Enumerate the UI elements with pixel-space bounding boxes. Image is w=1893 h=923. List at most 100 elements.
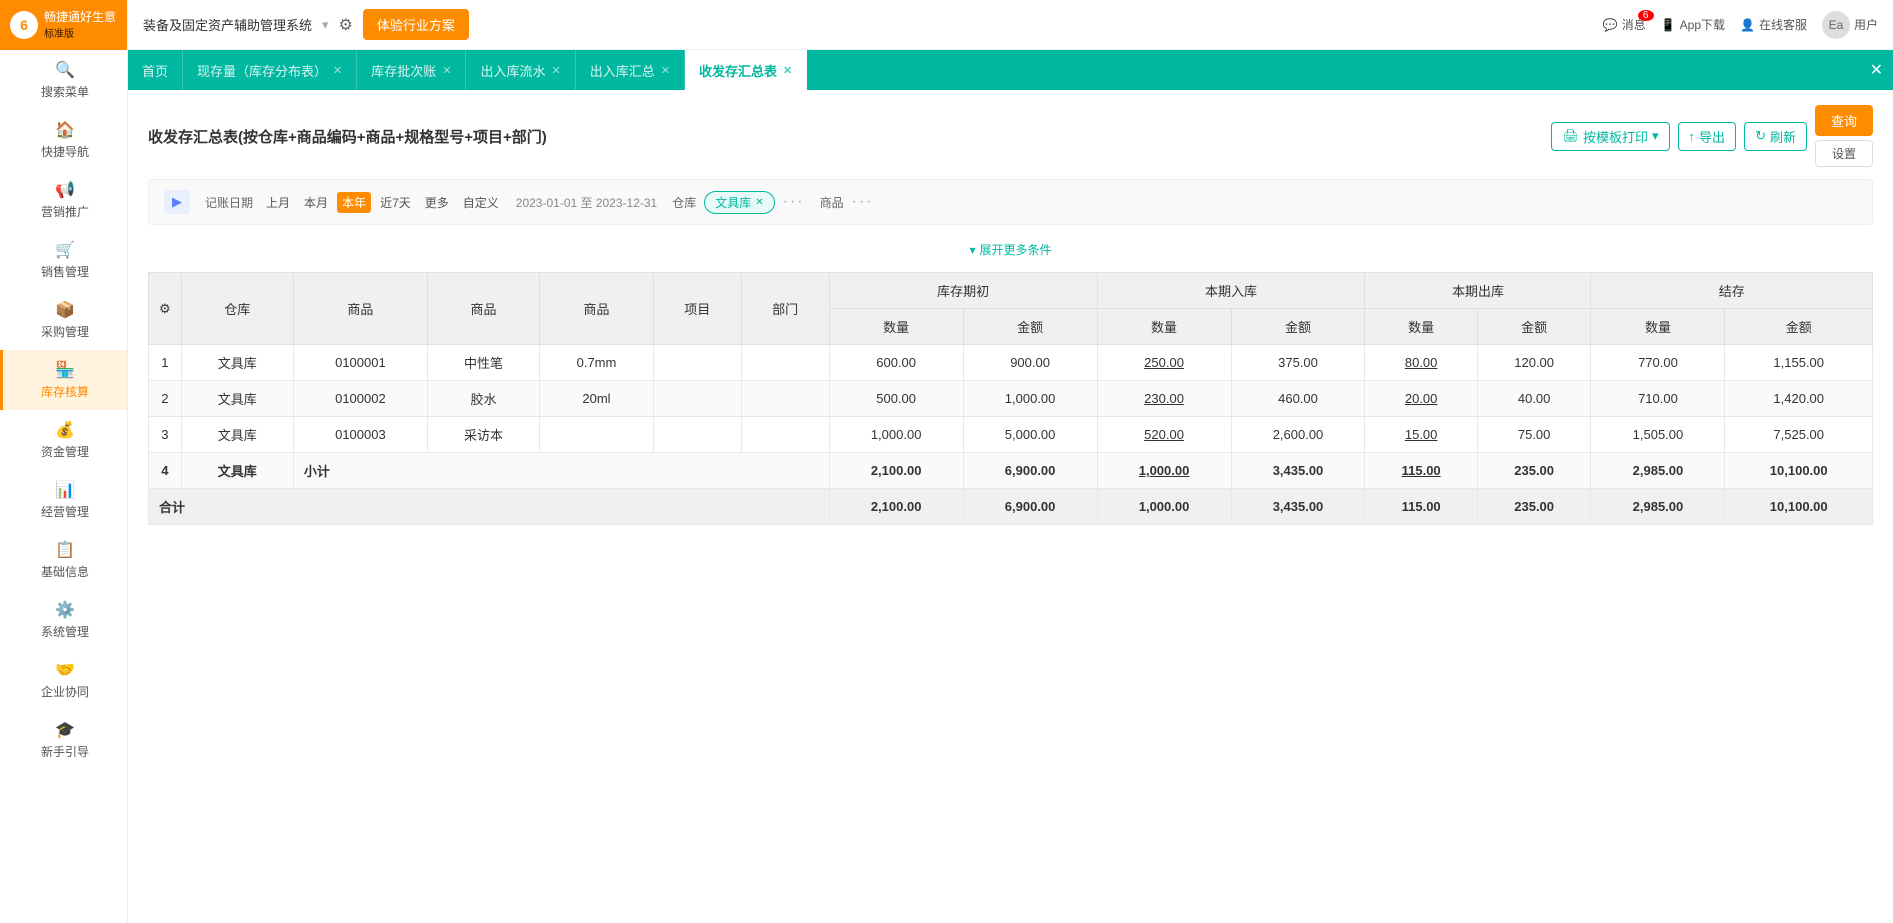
- row-out-qty[interactable]: 15.00: [1365, 417, 1477, 453]
- row-in-qty[interactable]: 230.00: [1097, 381, 1231, 417]
- sidebar-item-inventory[interactable]: 🏪 库存核算: [0, 350, 127, 410]
- trial-btn[interactable]: 体验行业方案: [363, 9, 469, 40]
- page-header: 收发存汇总表(按仓库+商品编码+商品+规格型号+项目+部门) 🖨 按模板打印 ▾…: [148, 105, 1873, 167]
- tab-inout-summary[interactable]: 出入库汇总 ✕: [576, 50, 685, 90]
- tab-recv-send[interactable]: 收发存汇总表 ✕: [685, 50, 807, 90]
- sub-open-qty: 2,100.00: [829, 453, 963, 489]
- date-btn-more[interactable]: 更多: [420, 192, 454, 213]
- date-btn-this-month[interactable]: 本月: [299, 192, 333, 213]
- sidebar-item-operation[interactable]: 📊 经营管理: [0, 470, 127, 530]
- sidebar-item-label: 基础信息: [41, 563, 89, 580]
- row-open-qty: 1,000.00: [829, 417, 963, 453]
- sidebar-item-label: 营销推广: [41, 203, 89, 220]
- tab-stock-dist-close[interactable]: ✕: [333, 64, 342, 77]
- sidebar-item-basic[interactable]: 📋 基础信息: [0, 530, 127, 590]
- sidebar-item-purchase[interactable]: 📦 采购管理: [0, 290, 127, 350]
- sidebar-item-system[interactable]: ⚙️ 系统管理: [0, 590, 127, 650]
- row-in-amt: 2,600.00: [1231, 417, 1365, 453]
- query-btn[interactable]: 查询: [1815, 105, 1873, 136]
- refresh-btn[interactable]: ↻ 刷新: [1744, 122, 1807, 151]
- row-dept: [741, 417, 829, 453]
- tab-stock-dist[interactable]: 现存量（库存分布表） ✕: [183, 50, 357, 90]
- tab-inout-flow[interactable]: 出入库流水 ✕: [466, 50, 575, 90]
- date-btn-last-month[interactable]: 上月: [261, 192, 295, 213]
- total-in-qty: 1,000.00: [1097, 489, 1231, 525]
- row-out-qty[interactable]: 80.00: [1365, 345, 1477, 381]
- sidebar-item-marketing[interactable]: 📢 营销推广: [0, 170, 127, 230]
- sidebar-item-sales[interactable]: 🛒 销售管理: [0, 230, 127, 290]
- th-end-qty: 数量: [1591, 309, 1725, 345]
- message-btn[interactable]: 💬 消息 6: [1603, 16, 1646, 33]
- tab-inout-summary-close[interactable]: ✕: [661, 64, 670, 77]
- row-end-qty: 710.00: [1591, 381, 1725, 417]
- row-dept: [741, 381, 829, 417]
- row-end-amt: 7,525.00: [1725, 417, 1873, 453]
- newbie-icon: 🎓: [55, 720, 75, 740]
- tab-recv-send-close[interactable]: ✕: [783, 64, 792, 77]
- subtotal-row: 4 文具库 小计 2,100.00 6,900.00 1,000.00 3,43…: [149, 453, 1873, 489]
- home-icon: 🏠: [55, 120, 75, 140]
- warehouse-tag[interactable]: 文具库 ✕: [704, 191, 774, 214]
- warehouse-more-dots[interactable]: ···: [783, 193, 805, 211]
- tab-home[interactable]: 首页: [128, 50, 183, 90]
- sidebar-item-label: 采购管理: [41, 323, 89, 340]
- row-out-qty[interactable]: 20.00: [1365, 381, 1477, 417]
- tab-batch-close[interactable]: ✕: [442, 64, 451, 77]
- chevron-down-icon: ▾: [1652, 128, 1659, 144]
- user-btn[interactable]: Ea 用户: [1822, 11, 1878, 39]
- sidebar-item-quick[interactable]: 🏠 快捷导航: [0, 110, 127, 170]
- sidebar-item-search[interactable]: 🔍 搜索菜单: [0, 50, 127, 110]
- th-settings[interactable]: ⚙: [149, 273, 182, 345]
- print-btn[interactable]: 🖨 按模板打印 ▾: [1551, 122, 1669, 151]
- date-btn-this-year[interactable]: 本年: [337, 192, 371, 213]
- row-in-qty[interactable]: 520.00: [1097, 417, 1231, 453]
- sub-out-qty[interactable]: 115.00: [1365, 453, 1477, 489]
- export-btn[interactable]: ↑ 导出: [1678, 122, 1737, 151]
- app-download-btn[interactable]: 📱 App下载: [1661, 16, 1725, 33]
- set-btn[interactable]: 设置: [1815, 140, 1873, 167]
- sidebar-item-label: 企业协同: [41, 683, 89, 700]
- goods-more-dots[interactable]: ···: [852, 193, 874, 211]
- warehouse-tag-close[interactable]: ✕: [755, 197, 763, 208]
- row-end-amt: 1,420.00: [1725, 381, 1873, 417]
- search-icon: 🔍: [55, 60, 75, 80]
- row-code: 0100003: [293, 417, 427, 453]
- sidebar-item-label: 资金管理: [41, 443, 89, 460]
- date-btn-7days[interactable]: 近7天: [375, 192, 416, 213]
- expand-more-btn[interactable]: ▾ 展开更多条件: [148, 237, 1873, 262]
- tab-batch[interactable]: 库存批次账 ✕: [357, 50, 466, 90]
- message-badge: 6: [1638, 10, 1654, 21]
- row-in-qty[interactable]: 250.00: [1097, 345, 1231, 381]
- row-in-amt: 375.00: [1231, 345, 1365, 381]
- topbar-right: 💬 消息 6 📱 App下载 👤 在线客服 Ea 用户: [1603, 11, 1878, 39]
- sub-no: 4: [149, 453, 182, 489]
- sub-in-qty[interactable]: 1,000.00: [1097, 453, 1231, 489]
- app-download-label: App下载: [1680, 16, 1725, 33]
- goods-filter-group: 商品 ···: [820, 193, 874, 211]
- tabbar-close-all-icon[interactable]: ✕: [1870, 60, 1883, 80]
- main-area: 装备及固定资产辅助管理系统 ▾ ⚙ 体验行业方案 💬 消息 6 📱 App下载 …: [128, 0, 1893, 923]
- gear-icon[interactable]: ⚙: [339, 15, 353, 35]
- total-row: 合计 2,100.00 6,900.00 1,000.00 3,435.00 1…: [149, 489, 1873, 525]
- sidebar-item-newbie[interactable]: 🎓 新手引导: [0, 710, 127, 770]
- row-end-qty: 1,505.00: [1591, 417, 1725, 453]
- th-goods-code: 商品: [293, 273, 427, 345]
- warehouse-label: 仓库: [672, 194, 696, 211]
- marketing-icon: 📢: [55, 180, 75, 200]
- row-warehouse: 文具库: [181, 381, 293, 417]
- online-service-label: 在线客服: [1759, 16, 1807, 33]
- sidebar-item-finance[interactable]: 💰 资金管理: [0, 410, 127, 470]
- row-spec: 20ml: [540, 381, 654, 417]
- expand-label: 展开更多条件: [980, 241, 1052, 258]
- sidebar-item-collab[interactable]: 🤝 企业协同: [0, 650, 127, 710]
- finance-icon: 💰: [55, 420, 75, 440]
- row-name: 中性笔: [427, 345, 539, 381]
- tab-inout-flow-close[interactable]: ✕: [552, 64, 561, 77]
- row-out-amt: 75.00: [1477, 417, 1591, 453]
- sidebar-item-label: 新手引导: [41, 743, 89, 760]
- page: 收发存汇总表(按仓库+商品编码+商品+规格型号+项目+部门) 🖨 按模板打印 ▾…: [128, 90, 1893, 923]
- date-btn-custom[interactable]: 自定义: [458, 192, 504, 213]
- online-service-btn[interactable]: 👤 在线客服: [1740, 16, 1807, 33]
- filter-toggle-btn[interactable]: ▶: [164, 190, 190, 214]
- date-filter-group: 记账日期 上月 本月 本年 近7天 更多 自定义 2023-01-01 至 20…: [205, 192, 657, 213]
